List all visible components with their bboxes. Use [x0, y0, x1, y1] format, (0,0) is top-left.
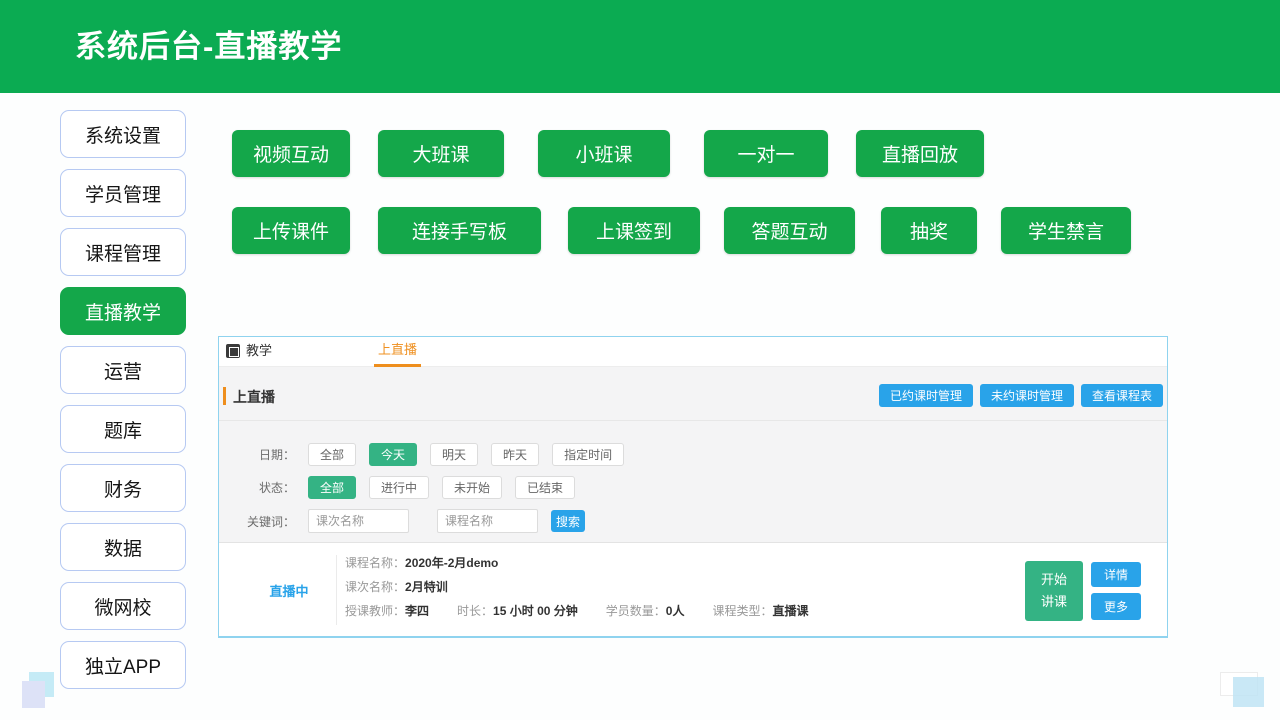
section-title: 上直播 [233, 387, 275, 407]
course-type-label: 课程类型： [712, 604, 772, 619]
students-value: 0人 [666, 604, 685, 619]
students-label: 学员数量： [606, 604, 666, 619]
date-chip-custom-range[interactable]: 指定时间 [552, 443, 624, 466]
teacher-value: 李四 [405, 604, 429, 619]
course-row: 直播中 课程名称： 2020年-2月demo 课次名称： 2月特训 授课教师： … [219, 542, 1167, 636]
search-button[interactable]: 搜索 [551, 510, 585, 532]
detail-button[interactable]: 详情 [1091, 562, 1141, 587]
keyword-filter-label: 关键词： [241, 513, 295, 530]
status-chip-all[interactable]: 全部 [308, 476, 356, 499]
sidebar-item-standalone-app[interactable]: 独立APP [60, 641, 186, 689]
feature-live-replay-button[interactable]: 直播回放 [856, 130, 984, 177]
course-details: 课程名称： 2020年-2月demo 课次名称： 2月特训 授课教师： 李四 时… [345, 556, 836, 619]
date-chip-yesterday[interactable]: 昨天 [491, 443, 539, 466]
filter-section: 日期： 全部 今天 明天 昨天 指定时间 状态： 全部 进行中 未开始 已结束 … [219, 420, 1167, 549]
students-pair: 学员数量： 0人 [606, 604, 685, 619]
live-admin-panel: 教学 上直播 上直播 已约课时管理 未约课时管理 查看课程表 日期： 全部 今天… [218, 336, 1168, 638]
course-meta-line: 授课教师： 李四 时长： 15 小时 00 分钟 学员数量： 0人 课程类型： … [345, 604, 836, 619]
page: 系统后台-直播教学 系统设置 学员管理 课程管理 直播教学 运营 题库 财务 数… [0, 0, 1280, 720]
feature-large-class-button[interactable]: 大班课 [378, 130, 504, 177]
tab-go-live[interactable]: 上直播 [374, 337, 421, 367]
row-divider [336, 555, 337, 625]
feature-connect-tablet-button[interactable]: 连接手写板 [378, 207, 541, 254]
date-chip-all[interactable]: 全部 [308, 443, 356, 466]
filter-row-date: 日期： 全部 今天 明天 昨天 指定时间 [241, 443, 624, 466]
course-type-value: 直播课 [772, 604, 808, 619]
course-name-value: 2020年-2月demo [405, 556, 498, 571]
duration-pair: 时长： 15 小时 00 分钟 [457, 604, 578, 619]
app-header: 系统后台-直播教学 [0, 0, 1280, 93]
status-chip-ongoing[interactable]: 进行中 [369, 476, 429, 499]
live-status-badge: 直播中 [249, 581, 329, 600]
sidebar-item-micro-school[interactable]: 微网校 [60, 582, 186, 630]
course-name-line: 课程名称： 2020年-2月demo [345, 556, 836, 571]
unbooked-lessons-button[interactable]: 未约课时管理 [980, 384, 1074, 407]
section-header-buttons: 已约课时管理 未约课时管理 查看课程表 [879, 384, 1163, 407]
sidebar-item-finance[interactable]: 财务 [60, 464, 186, 512]
type-pair: 课程类型： 直播课 [712, 604, 808, 619]
section-header: 上直播 已约课时管理 未约课时管理 查看课程表 [219, 373, 1167, 420]
teaching-app-icon [226, 344, 240, 358]
decor-square-lavender-bottom-left [22, 681, 45, 708]
more-button[interactable]: 更多 [1091, 593, 1141, 620]
course-name-label: 课程名称： [345, 556, 405, 571]
sidebar-item-system-settings[interactable]: 系统设置 [60, 110, 186, 158]
feature-quiz-interaction-button[interactable]: 答题互动 [724, 207, 855, 254]
feature-lottery-button[interactable]: 抽奖 [881, 207, 977, 254]
lesson-name-input[interactable] [308, 509, 409, 533]
feature-video-interaction-button[interactable]: 视频互动 [232, 130, 350, 177]
date-filter-label: 日期： [241, 446, 295, 463]
sidebar-item-live-teaching[interactable]: 直播教学 [60, 287, 186, 335]
duration-value: 15 小时 00 分钟 [493, 604, 578, 619]
filter-row-keyword: 关键词： 搜索 [241, 509, 585, 533]
lesson-name-label: 课次名称： [345, 580, 405, 595]
date-chip-tomorrow[interactable]: 明天 [430, 443, 478, 466]
date-chip-today[interactable]: 今天 [369, 443, 417, 466]
feature-class-checkin-button[interactable]: 上课签到 [568, 207, 700, 254]
sidebar-item-question-bank[interactable]: 题库 [60, 405, 186, 453]
sidebar-item-student-management[interactable]: 学员管理 [60, 169, 186, 217]
view-timetable-button[interactable]: 查看课程表 [1081, 384, 1163, 407]
lesson-name-value: 2月特训 [405, 580, 448, 595]
sidebar: 系统设置 学员管理 课程管理 直播教学 运营 题库 财务 数据 微网校 独立AP… [60, 110, 186, 689]
sidebar-item-course-management[interactable]: 课程管理 [60, 228, 186, 276]
feature-one-on-one-button[interactable]: 一对一 [704, 130, 828, 177]
duration-label: 时长： [457, 604, 493, 619]
feature-upload-courseware-button[interactable]: 上传课件 [232, 207, 350, 254]
teacher-label: 授课教师： [345, 604, 405, 619]
teaching-app-label: 教学 [246, 337, 272, 365]
lesson-name-line: 课次名称： 2月特训 [345, 580, 836, 595]
course-name-input[interactable] [437, 509, 538, 533]
status-chip-not-started[interactable]: 未开始 [442, 476, 502, 499]
decor-square-blue-bottom-right [1233, 677, 1264, 707]
sidebar-item-operations[interactable]: 运营 [60, 346, 186, 394]
status-chip-ended[interactable]: 已结束 [515, 476, 575, 499]
section-accent-bar [223, 387, 226, 405]
start-teaching-button[interactable]: 开始讲课 [1025, 561, 1083, 621]
panel-tabbar: 教学 上直播 [219, 337, 1167, 367]
page-title: 系统后台-直播教学 [75, 0, 342, 93]
feature-small-class-button[interactable]: 小班课 [538, 130, 670, 177]
status-filter-label: 状态： [241, 479, 295, 496]
filter-row-status: 状态： 全部 进行中 未开始 已结束 [241, 476, 575, 499]
sidebar-item-data[interactable]: 数据 [60, 523, 186, 571]
teacher-pair: 授课教师： 李四 [345, 604, 429, 619]
feature-mute-students-button[interactable]: 学生禁言 [1001, 207, 1131, 254]
booked-lessons-button[interactable]: 已约课时管理 [879, 384, 973, 407]
